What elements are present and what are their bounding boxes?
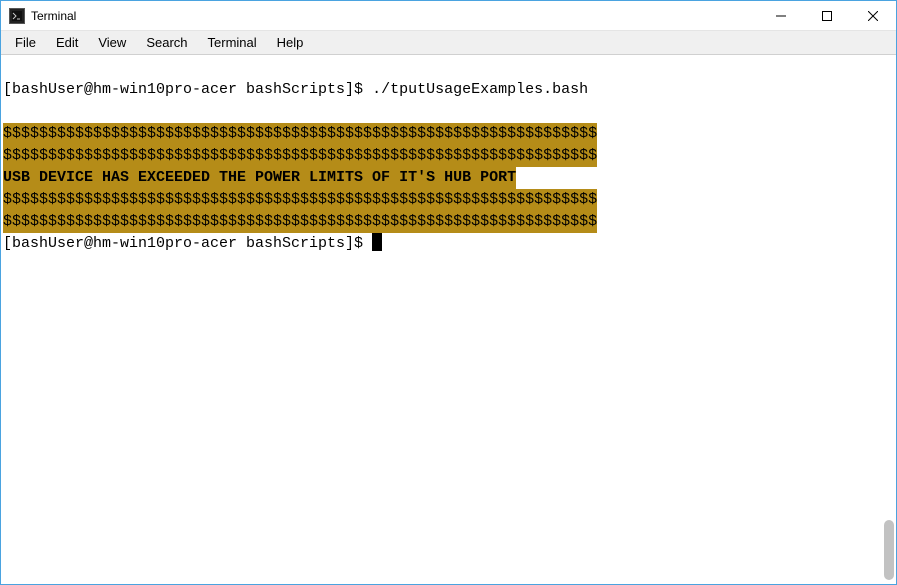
menu-search[interactable]: Search (136, 33, 197, 52)
cursor (372, 233, 382, 251)
menu-file[interactable]: File (5, 33, 46, 52)
menu-terminal[interactable]: Terminal (198, 33, 267, 52)
maximize-button[interactable] (804, 1, 850, 31)
minimize-button[interactable] (758, 1, 804, 31)
titlebar: Terminal (1, 1, 896, 31)
prompt-text: [bashUser@hm-win10pro-acer bashScripts]$ (3, 81, 372, 98)
terminal-line: [bashUser@hm-win10pro-acer bashScripts]$ (3, 233, 894, 255)
output-decoration-line: $$$$$$$$$$$$$$$$$$$$$$$$$$$$$$$$$$$$$$$$… (3, 123, 597, 145)
terminal-area[interactable]: [bashUser@hm-win10pro-acer bashScripts]$… (1, 55, 896, 584)
window-title: Terminal (31, 9, 76, 23)
output-decoration-line: $$$$$$$$$$$$$$$$$$$$$$$$$$$$$$$$$$$$$$$$… (3, 145, 597, 167)
prompt-text: [bashUser@hm-win10pro-acer bashScripts]$ (3, 235, 372, 252)
menubar: File Edit View Search Terminal Help (1, 31, 896, 55)
close-button[interactable] (850, 1, 896, 31)
output-decoration-line: $$$$$$$$$$$$$$$$$$$$$$$$$$$$$$$$$$$$$$$$… (3, 211, 597, 233)
command-text: ./tputUsageExamples.bash (372, 81, 588, 98)
terminal-content: [bashUser@hm-win10pro-acer bashScripts]$… (1, 55, 896, 257)
output-decoration-line: $$$$$$$$$$$$$$$$$$$$$$$$$$$$$$$$$$$$$$$$… (3, 189, 597, 211)
menu-help[interactable]: Help (267, 33, 314, 52)
terminal-icon (9, 8, 25, 24)
output-message-line: USB DEVICE HAS EXCEEDED THE POWER LIMITS… (3, 167, 516, 189)
scrollbar-thumb[interactable] (884, 520, 894, 580)
menu-edit[interactable]: Edit (46, 33, 88, 52)
terminal-line: [bashUser@hm-win10pro-acer bashScripts]$… (3, 79, 894, 101)
menu-view[interactable]: View (88, 33, 136, 52)
